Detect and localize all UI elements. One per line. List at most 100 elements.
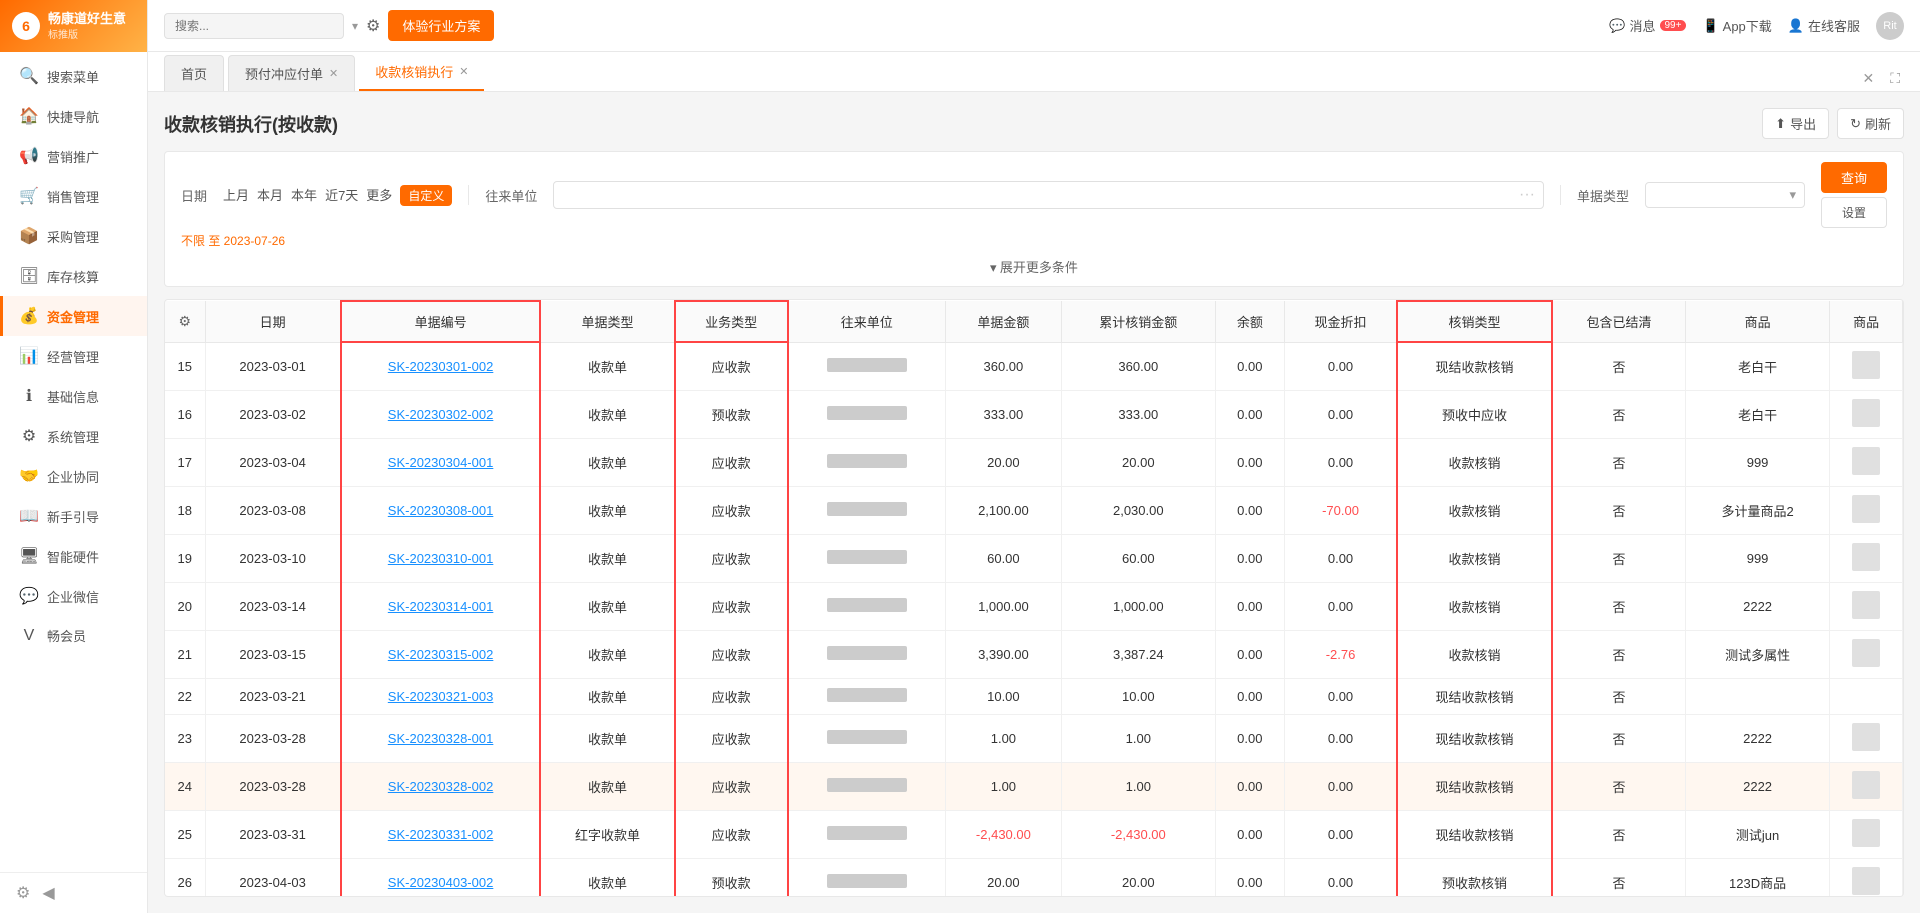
table-row[interactable]: 22 2023-03-21 SK-20230321-003 收款单 应收款 10… [165,678,1903,714]
sidebar-item-wechat[interactable]: 💬企业微信 [0,576,147,616]
cell-balance: 0.00 [1215,630,1285,678]
cell-bill-no[interactable]: SK-20230310-001 [341,534,541,582]
sidebar-item-newbie[interactable]: 📖新手引导 [0,496,147,536]
tab-home[interactable]: 首页 [164,55,224,91]
more-filter[interactable]: 更多 [366,185,392,206]
this-year-filter[interactable]: 本年 [291,185,317,206]
sidebar-item-quick-nav[interactable]: 🏠快捷导航 [0,96,147,136]
enterprise-label: 企业协同 [47,467,99,486]
sidebar-item-vip[interactable]: V畅会员 [0,616,147,655]
table-row[interactable]: 23 2023-03-28 SK-20230328-001 收款单 应收款 1.… [165,714,1903,762]
topbar-arrow-icon[interactable]: ▾ [352,19,358,33]
tab-close-advance-payment[interactable]: ✕ [329,67,338,80]
topbar-gear-icon[interactable]: ⚙ [366,16,380,36]
tab-collection-offset[interactable]: 收款核销执行✕ [359,54,484,91]
custom-filter-btn[interactable]: 自定义 [400,185,452,206]
last-month-filter[interactable]: 上月 [223,185,249,206]
cell-bill-no[interactable]: SK-20230315-002 [341,630,541,678]
solution-btn[interactable]: 体验行业方案 [388,10,494,41]
cell-cumulative-offset: -2,430.00 [1062,810,1216,858]
cell-bill-amount: 1.00 [945,762,1061,810]
settings-footer-icon[interactable]: ⚙ [16,883,30,903]
sidebar-item-system[interactable]: ⚙系统管理 [0,416,147,456]
sidebar-item-hardware[interactable]: 🖥智能硬件 [0,536,147,576]
cell-date: 2023-03-28 [205,714,341,762]
sidebar-item-marketing[interactable]: 📢营销推广 [0,136,147,176]
col-settings-icon[interactable]: ⚙ [178,313,191,329]
table-row[interactable]: 20 2023-03-14 SK-20230314-001 收款单 应收款 1,… [165,582,1903,630]
cell-cash-discount: 0.00 [1285,390,1397,438]
topbar-search-input[interactable] [164,13,344,39]
tab-advance-payment[interactable]: 预付冲应付单 ✕ [228,55,355,91]
table-row[interactable]: 21 2023-03-15 SK-20230315-002 收款单 应收款 3,… [165,630,1903,678]
cell-bill-amount: 333.00 [945,390,1061,438]
cell-bill-no[interactable]: SK-20230321-003 [341,678,541,714]
col-bill-no: 单据编号 [341,301,541,342]
table-row[interactable]: 17 2023-03-04 SK-20230304-001 收款单 应收款 20… [165,438,1903,486]
cell-bill-no[interactable]: SK-20230403-002 [341,858,541,897]
collapse-icon[interactable]: ◀ [42,883,54,903]
table-row[interactable]: 16 2023-03-02 SK-20230302-002 收款单 预收款 33… [165,390,1903,438]
table-row[interactable]: 15 2023-03-01 SK-20230301-002 收款单 应收款 36… [165,342,1903,390]
cell-product: 999 [1685,438,1829,486]
sidebar-item-sales[interactable]: 🛒销售管理 [0,176,147,216]
cell-bill-no[interactable]: SK-20230308-001 [341,486,541,534]
cell-bill-no[interactable]: SK-20230314-001 [341,582,541,630]
export-btn[interactable]: ⬆ 导出 [1762,108,1829,139]
cell-bill-no[interactable]: SK-20230331-002 [341,810,541,858]
expand-tab-icon[interactable]: ⛶ [1886,66,1904,91]
app-download-item[interactable]: 📱 App下载 [1702,16,1771,35]
expand-more-conditions[interactable]: ▾ 展开更多条件 [181,257,1887,276]
sidebar-item-purchase[interactable]: 📦采购管理 [0,216,147,256]
cell-bill-amount: 360.00 [945,342,1061,390]
sidebar-item-search[interactable]: 🔍搜索菜单 [0,56,147,96]
topbar-right: 💬 消息 99+ 📱 App下载 👤 在线客服 Rit [1609,12,1904,40]
cell-product: 2222 [1685,582,1829,630]
tab-label-advance-payment: 预付冲应付单 [245,64,323,83]
bill-type-select[interactable]: ▾ [1645,182,1805,208]
logo-text: 畅康道好生意 标推版 [48,11,126,42]
sidebar-item-enterprise[interactable]: 🤝 企业协同 [0,456,147,496]
cell-bill-no[interactable]: SK-20230302-002 [341,390,541,438]
cell-date: 2023-03-08 [205,486,341,534]
messages-icon: 💬 [1609,18,1625,34]
table-row[interactable]: 25 2023-03-31 SK-20230331-002 红字收款单 应收款 … [165,810,1903,858]
sidebar-item-inventory[interactable]: 🗄库存核算 [0,256,147,296]
cell-biz-type: 应收款 [675,486,788,534]
table-row[interactable]: 19 2023-03-10 SK-20230310-001 收款单 应收款 60… [165,534,1903,582]
sidebar-item-operations[interactable]: 📊经营管理 [0,336,147,376]
sidebar-item-finance[interactable]: 💰资金管理 [0,296,147,336]
last7days-filter[interactable]: 近7天 [325,185,358,206]
table-row[interactable]: 26 2023-04-03 SK-20230403-002 收款单 预收款 20… [165,858,1903,897]
service-icon: 👤 [1788,18,1804,34]
cell-cash-discount: 0.00 [1285,714,1397,762]
cell-bill-type: 收款单 [540,534,674,582]
sidebar-item-basic[interactable]: ℹ基础信息 [0,376,147,416]
cell-num: 23 [165,714,205,762]
cell-biz-type: 应收款 [675,534,788,582]
table-row[interactable]: 24 2023-03-28 SK-20230328-002 收款单 应收款 1.… [165,762,1903,810]
cell-cumulative-offset: 2,030.00 [1062,486,1216,534]
filter-settings-btn[interactable]: 设置 [1821,197,1887,228]
refresh-btn[interactable]: ↻ 刷新 [1837,108,1904,139]
cell-bill-no[interactable]: SK-20230328-002 [341,762,541,810]
app-icon: 📱 [1702,18,1718,34]
enterprise-icon: 🤝 [19,466,39,486]
cell-bill-no[interactable]: SK-20230304-001 [341,438,541,486]
query-btn[interactable]: 查询 [1821,162,1887,193]
online-service-item[interactable]: 👤 在线客服 [1788,16,1860,35]
this-month-filter[interactable]: 本月 [257,185,283,206]
service-label: 在线客服 [1808,16,1860,35]
user-avatar[interactable]: Rit [1876,12,1904,40]
table-header: ⚙ 日期 单据编号 单据类型 业务类型 往来单位 单据金额 累计核销金额 余额 … [165,301,1903,342]
basic-icon: ℹ [19,386,39,406]
cell-bill-no[interactable]: SK-20230328-001 [341,714,541,762]
close-tab-icon[interactable]: ✕ [1858,66,1878,91]
table-row[interactable]: 18 2023-03-08 SK-20230308-001 收款单 应收款 2,… [165,486,1903,534]
cell-bill-no[interactable]: SK-20230301-002 [341,342,541,390]
messages-item[interactable]: 💬 消息 99+ [1609,16,1686,35]
partner-dots[interactable]: ··· [1519,186,1535,204]
tab-close-collection-offset[interactable]: ✕ [459,65,468,78]
cell-date: 2023-03-14 [205,582,341,630]
col-gear[interactable]: ⚙ [165,301,205,342]
